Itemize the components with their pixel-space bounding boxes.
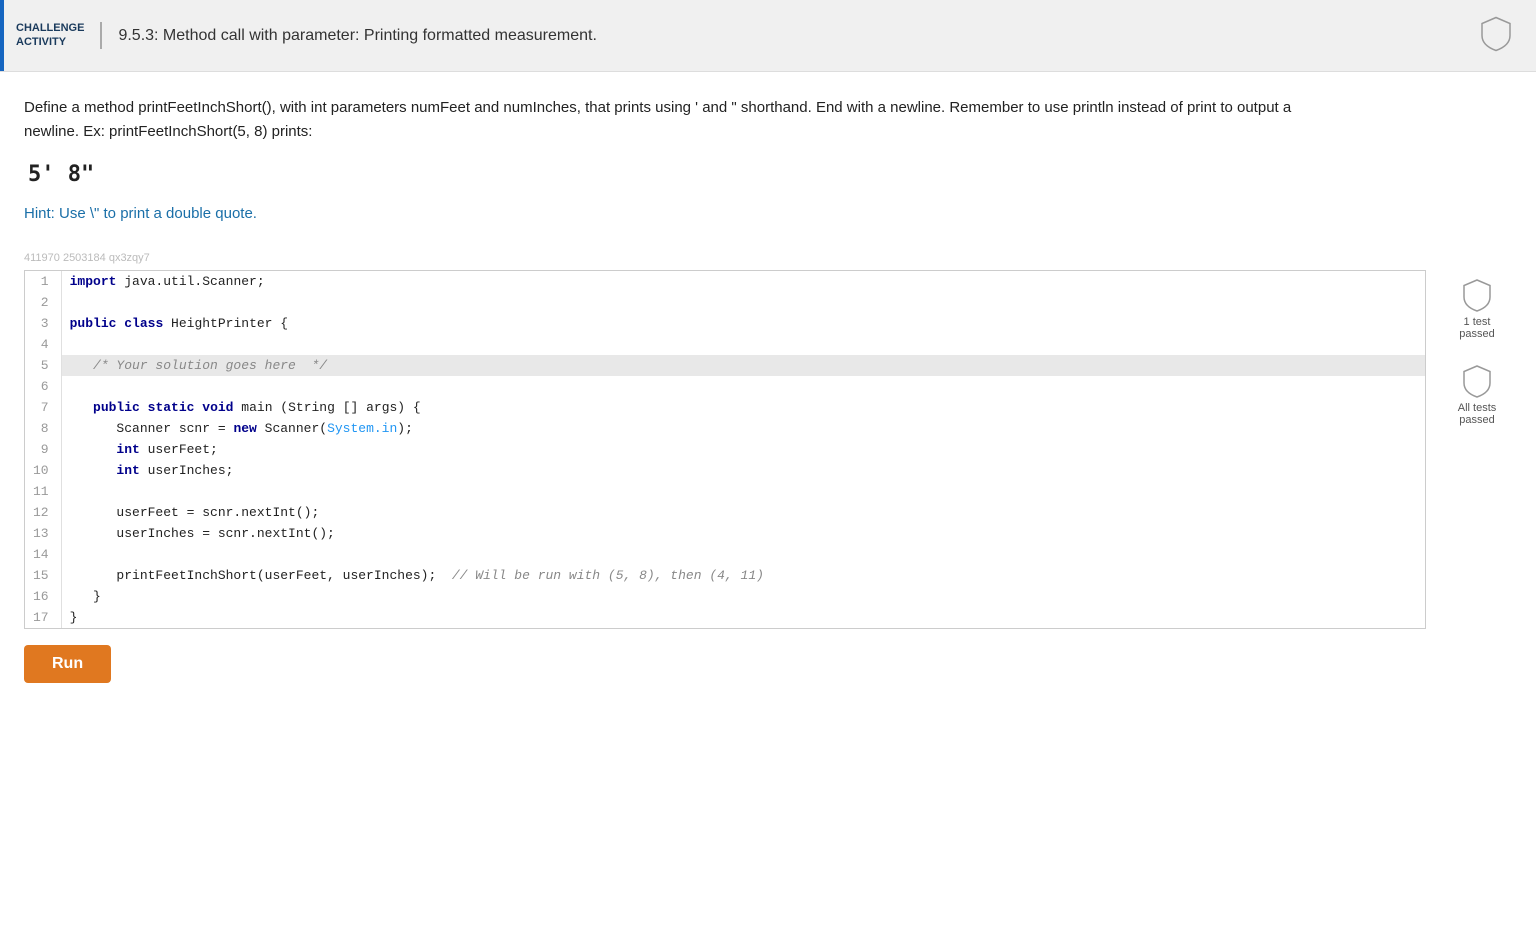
table-row: 11: [25, 481, 1425, 502]
line-number: 13: [25, 523, 61, 544]
code-content[interactable]: [61, 544, 1425, 565]
code-content[interactable]: import java.util.Scanner;: [61, 271, 1425, 292]
line-number: 14: [25, 544, 61, 565]
table-row: 16 }: [25, 586, 1425, 607]
code-content[interactable]: userFeet = scnr.nextInt();: [61, 502, 1425, 523]
code-content[interactable]: }: [61, 586, 1425, 607]
code-content[interactable]: userInches = scnr.nextInt();: [61, 523, 1425, 544]
table-row: 13 userInches = scnr.nextInt();: [25, 523, 1425, 544]
description-text: Define a method printFeetInchShort(), wi…: [24, 96, 1324, 144]
table-row: 4: [25, 334, 1425, 355]
line-number: 15: [25, 565, 61, 586]
line-number: 5: [25, 355, 61, 376]
header-badge: [1480, 15, 1512, 56]
editor-wrapper: 1 import java.util.Scanner; 2 3 public c…: [24, 270, 1512, 629]
code-content[interactable]: [61, 334, 1425, 355]
line-number: 7: [25, 397, 61, 418]
file-id: 411970 2503184 qx3zqy7: [24, 252, 1512, 264]
table-row: 1 import java.util.Scanner;: [25, 271, 1425, 292]
line-number: 17: [25, 607, 61, 628]
challenge-label: CHALLENGE AcTiviTY: [16, 22, 102, 48]
code-lines: 1 import java.util.Scanner; 2 3 public c…: [25, 271, 1425, 628]
code-editor[interactable]: 1 import java.util.Scanner; 2 3 public c…: [24, 270, 1426, 629]
table-row: 14: [25, 544, 1425, 565]
content-area: Define a method printFeetInchShort(), wi…: [0, 72, 1536, 629]
line-number: 16: [25, 586, 61, 607]
code-content[interactable]: public class HeightPrinter {: [61, 313, 1425, 334]
table-row: 3 public class HeightPrinter {: [25, 313, 1425, 334]
table-row: 7 public static void main (String [] arg…: [25, 397, 1425, 418]
line-number: 1: [25, 271, 61, 292]
table-row: 2: [25, 292, 1425, 313]
test-badge-1: 1 test passed: [1459, 278, 1494, 340]
line-number: 10: [25, 460, 61, 481]
line-number: 6: [25, 376, 61, 397]
main-container: CHALLENGE AcTiviTY 9.5.3: Method call wi…: [0, 0, 1536, 940]
test-badge-2: All tests passed: [1458, 364, 1497, 426]
code-content[interactable]: public static void main (String [] args)…: [61, 397, 1425, 418]
line-number: 2: [25, 292, 61, 313]
test-badge-1-label: 1 test passed: [1459, 316, 1494, 340]
table-row: 10 int userInches;: [25, 460, 1425, 481]
table-row: 17 }: [25, 607, 1425, 628]
line-number: 3: [25, 313, 61, 334]
code-content[interactable]: int userFeet;: [61, 439, 1425, 460]
header-shield-icon: [1480, 15, 1512, 51]
example-output: 5' 8": [28, 162, 1512, 187]
code-content[interactable]: [61, 292, 1425, 313]
run-section: Run: [0, 629, 1536, 699]
line-number: 11: [25, 481, 61, 502]
header: CHALLENGE AcTiviTY 9.5.3: Method call wi…: [0, 0, 1536, 72]
challenge-line1: CHALLENGE: [16, 22, 84, 35]
test-badge-2-label: All tests passed: [1458, 402, 1497, 426]
header-title: 9.5.3: Method call with parameter: Print…: [102, 27, 596, 45]
table-row: 8 Scanner scnr = new Scanner(System.in);: [25, 418, 1425, 439]
code-content[interactable]: [61, 376, 1425, 397]
code-content[interactable]: /* Your solution goes here */: [61, 355, 1425, 376]
code-content[interactable]: printFeetInchShort(userFeet, userInches)…: [61, 565, 1425, 586]
line-number: 8: [25, 418, 61, 439]
hint-text: Hint: Use \" to print a double quote.: [24, 205, 1512, 222]
shield-1-icon: [1462, 278, 1492, 312]
code-content[interactable]: Scanner scnr = new Scanner(System.in);: [61, 418, 1425, 439]
line-number: 4: [25, 334, 61, 355]
table-row: 12 userFeet = scnr.nextInt();: [25, 502, 1425, 523]
side-badges: 1 test passed All tests passed: [1442, 270, 1512, 426]
table-row: 6: [25, 376, 1425, 397]
challenge-line2: AcTiviTY: [16, 36, 84, 49]
run-button[interactable]: Run: [24, 645, 111, 683]
code-content[interactable]: int userInches;: [61, 460, 1425, 481]
table-row: 9 int userFeet;: [25, 439, 1425, 460]
code-content[interactable]: [61, 481, 1425, 502]
table-row: 5 /* Your solution goes here */: [25, 355, 1425, 376]
code-content[interactable]: }: [61, 607, 1425, 628]
table-row: 15 printFeetInchShort(userFeet, userInch…: [25, 565, 1425, 586]
line-number: 9: [25, 439, 61, 460]
line-number: 12: [25, 502, 61, 523]
header-left: CHALLENGE AcTiviTY 9.5.3: Method call wi…: [16, 22, 597, 48]
shield-2-icon: [1462, 364, 1492, 398]
